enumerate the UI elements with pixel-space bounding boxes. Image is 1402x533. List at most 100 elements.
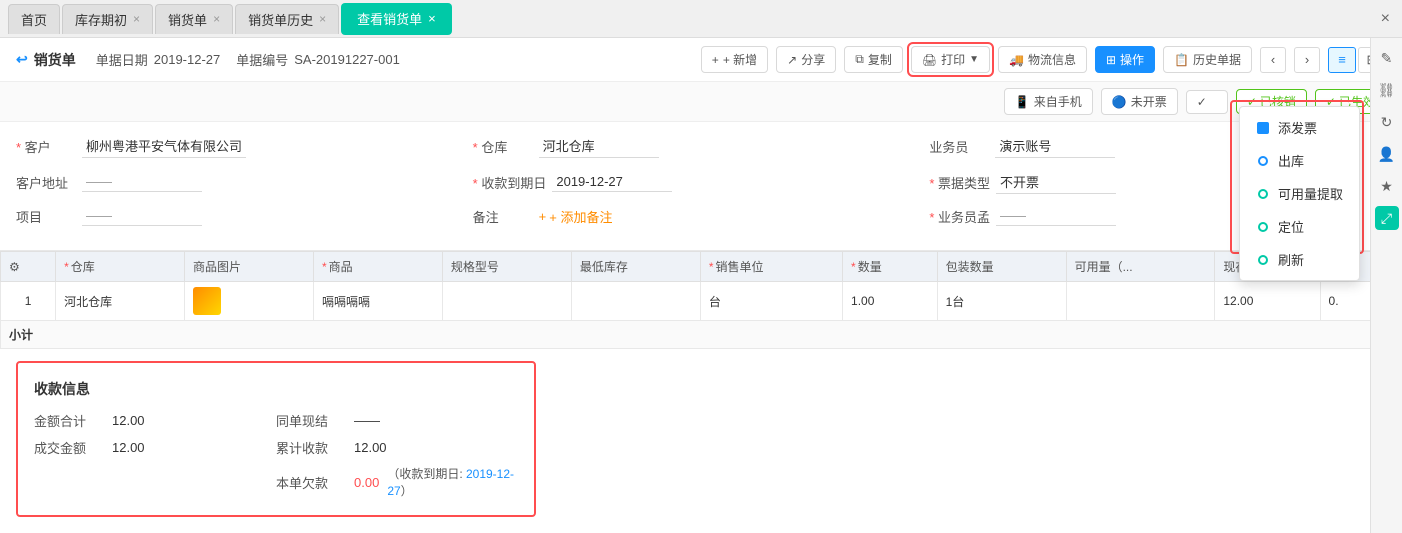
current-due-item: 本单欠款 0.00 （收款到期日: 2019-12-27） <box>276 465 518 499</box>
menu-available-pick[interactable]: 可用量提取 <box>1240 177 1359 210</box>
tab-bar: 首页 库存期初 × 销货单 × 销货单历史 × 查看销货单 × × <box>0 0 1402 38</box>
row-available <box>1066 282 1215 321</box>
form-row-1: 客户 柳州粤港平安气体有限公司 仓库 河北仓库 业务员 演示账号 <box>16 134 1386 158</box>
out-stock-label: 出库 <box>1278 151 1304 170</box>
row-product: 嗝嗝嗝嗝 <box>313 282 442 321</box>
add-note-btn[interactable]: + + 添加备注 <box>539 207 613 226</box>
tab-history-close[interactable]: × <box>319 12 326 26</box>
customer-label: 客户 <box>16 137 76 156</box>
prev-record-btn[interactable]: ‹ <box>1260 47 1286 73</box>
window-close-btn[interactable]: × <box>1377 6 1394 32</box>
operation-button[interactable]: ⊞ 操作 <box>1095 46 1155 73</box>
col-sales-unit: *销售单位 <box>700 252 842 282</box>
cumulative-value: 12.00 <box>354 440 387 455</box>
customer-field: 客户 柳州粤港平安气体有限公司 <box>16 134 473 158</box>
history-button[interactable]: 📋 历史单据 <box>1163 46 1252 73</box>
due-note: （收款到期日: 2019-12-27） <box>387 465 518 499</box>
operation-label: 操作 <box>1120 51 1144 68</box>
share-button[interactable]: ↗ 分享 <box>776 46 836 73</box>
from-phone-label: 来自手机 <box>1034 93 1082 110</box>
doc-date-item: 单据日期 2019-12-27 <box>96 50 221 69</box>
warehouse-field: 仓库 河北仓库 <box>473 134 930 158</box>
print-dropdown-icon: ▼ <box>969 54 979 65</box>
add-button[interactable]: + + 新增 <box>701 46 768 73</box>
print-label: 打印 <box>941 51 965 68</box>
transaction-label: 成交金额 <box>34 438 104 457</box>
payment-box: 收款信息 金额合计 12.00 同单现结 —— 成交金额 12.00 累计收款 … <box>16 361 536 517</box>
tab-home[interactable]: 首页 <box>8 4 60 34</box>
right-refresh-btn[interactable]: ↻ <box>1375 110 1399 134</box>
add-label: + 新增 <box>723 51 757 68</box>
doc-number-item: 单据编号 SA-20191227-001 <box>236 50 400 69</box>
menu-refresh[interactable]: 刷新 <box>1240 243 1359 276</box>
logistics-button[interactable]: 🚚 物流信息 <box>998 46 1087 73</box>
col-min-stock: 最低库存 <box>571 252 700 282</box>
row-num: 1 <box>1 282 56 321</box>
right-person-btn[interactable]: 👤 <box>1375 142 1399 166</box>
tab-view-sales[interactable]: 查看销货单 × <box>341 3 452 35</box>
print-icon: 🖨 <box>922 53 937 67</box>
row-warehouse: 河北仓库 <box>56 282 185 321</box>
warehouse-label: 仓库 <box>473 137 533 156</box>
tab-sales-history[interactable]: 销货单历史 × <box>235 4 339 34</box>
secondary-toolbar: 📱 来自手机 🔵 未开票 ✓ ✓ 已核销 ✓ 已生效 <box>0 82 1402 122</box>
doc-number-label: 单据编号 <box>236 50 288 69</box>
logistics-icon: 🚚 <box>1009 53 1024 67</box>
doc-type-label: 销货单 <box>34 50 76 70</box>
menu-out-stock[interactable]: 出库 <box>1240 144 1359 177</box>
menu-add-invoice[interactable]: 添发票 <box>1240 111 1359 144</box>
project-field: 项目 —— <box>16 206 473 226</box>
right-star-btn[interactable]: ★ <box>1375 174 1399 198</box>
project-label: 项目 <box>16 207 76 226</box>
same-order-item: 同单现结 —— <box>276 411 518 430</box>
doc-date-value: 2019-12-27 <box>154 52 221 67</box>
tab-history-label: 销货单历史 <box>248 10 313 29</box>
staff-label: 业务员 <box>929 137 989 156</box>
available-pick-icon <box>1256 187 1270 201</box>
form-area: 客户 柳州粤港平安气体有限公司 仓库 河北仓库 业务员 演示账号 客户地址 —— <box>0 122 1402 250</box>
not-open-btn[interactable]: 🔵 未开票 <box>1101 88 1178 115</box>
next-record-btn[interactable]: › <box>1294 47 1320 73</box>
salesman-value: —— <box>996 206 1116 226</box>
list-view-btn[interactable]: ≡ <box>1328 47 1356 73</box>
share-label: 分享 <box>801 51 825 68</box>
confirm-btn[interactable]: ✓ <box>1186 90 1228 114</box>
right-link-btn[interactable]: ⛓ <box>1375 78 1399 102</box>
amount-total-value: 12.00 <box>112 413 145 428</box>
doc-actions: + + 新增 ↗ 分享 ⧉ 复制 🖨 打印 ▼ <box>701 46 1386 73</box>
col-product-img: 商品图片 <box>185 252 314 282</box>
same-order-label: 同单现结 <box>276 411 346 430</box>
from-phone-btn[interactable]: 📱 来自手机 <box>1004 88 1093 115</box>
operation-icon: ⊞ <box>1106 53 1116 67</box>
due-date-label: 收款到期日 <box>473 173 547 192</box>
row-product-img <box>185 282 314 321</box>
copy-icon: ⧉ <box>855 52 864 67</box>
right-edit-btn[interactable]: ✎ <box>1375 46 1399 70</box>
row-min-stock <box>571 282 700 321</box>
warehouse-value: 河北仓库 <box>539 134 659 158</box>
row-quantity: 1.00 <box>843 282 938 321</box>
tab-view-label: 查看销货单 <box>357 9 422 28</box>
tab-inventory-init[interactable]: 库存期初 × <box>62 4 153 34</box>
tab-sales-order[interactable]: 销货单 × <box>155 4 233 34</box>
menu-locate[interactable]: 定位 <box>1240 210 1359 243</box>
settings-icon: ⚙ <box>9 260 20 274</box>
print-button[interactable]: 🖨 打印 ▼ <box>911 46 990 73</box>
row-sales-unit: 台 <box>700 282 842 321</box>
main-content: ↩ 销货单 单据日期 2019-12-27 单据编号 SA-20191227-0… <box>0 38 1402 533</box>
copy-button[interactable]: ⧉ 复制 <box>844 46 903 73</box>
right-expand-btn[interactable]: ⤢ <box>1375 206 1399 230</box>
tab-inventory-close[interactable]: × <box>133 12 140 26</box>
doc-meta: 单据日期 2019-12-27 单据编号 SA-20191227-001 <box>96 50 400 69</box>
add-icon: + <box>712 53 719 67</box>
subtotal-label: 小计 <box>1 321 1402 349</box>
amount-total-label: 金额合计 <box>34 411 104 430</box>
doc-type-icon: ↩ <box>16 51 28 68</box>
print-btn-wrap: 🖨 打印 ▼ <box>911 46 990 73</box>
tab-view-close[interactable]: × <box>428 11 436 26</box>
tab-sales-close[interactable]: × <box>213 12 220 26</box>
project-value: —— <box>82 206 202 226</box>
tab-sales-label: 销货单 <box>168 10 207 29</box>
staff-value: 演示账号 <box>995 134 1115 158</box>
tab-inventory-label: 库存期初 <box>75 10 127 29</box>
